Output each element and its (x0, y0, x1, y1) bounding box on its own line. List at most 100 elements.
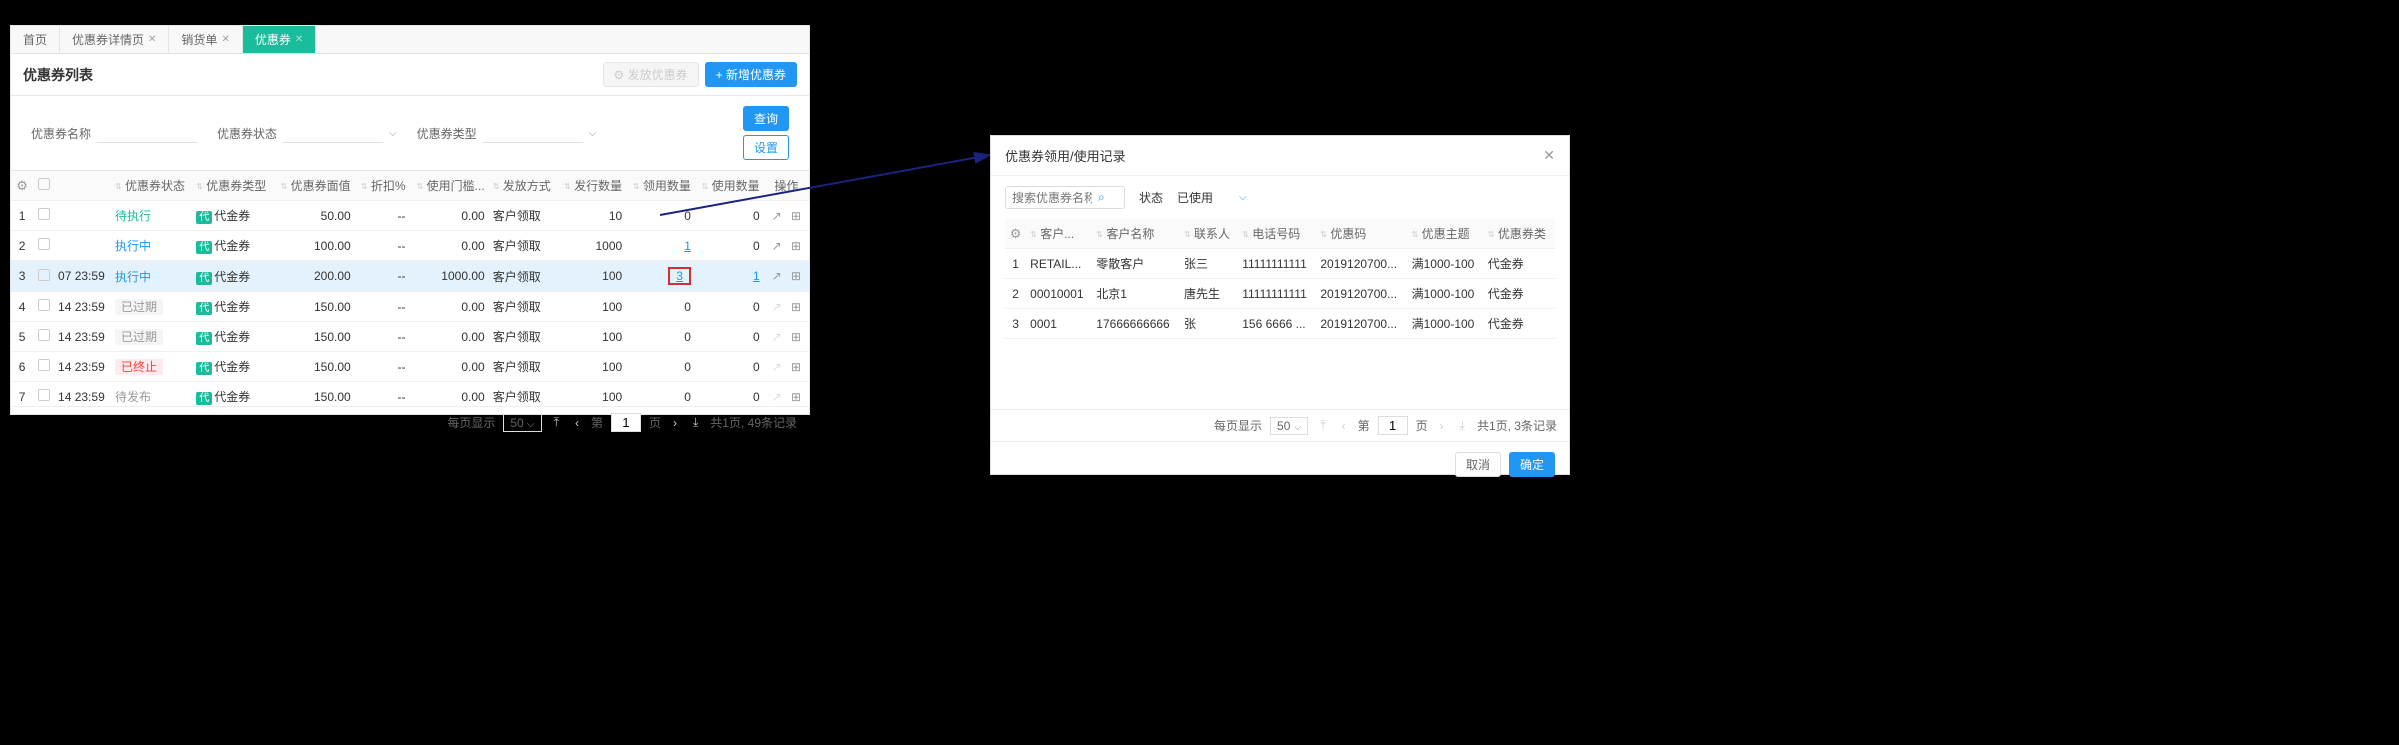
share-icon[interactable]: ↗ (772, 330, 782, 344)
table-row[interactable]: 5 14 23:59 已过期 代代金券 150.00 -- 0.00 客户领取 … (11, 322, 809, 352)
prev-page-button[interactable]: ‹ (1338, 419, 1350, 433)
share-icon[interactable]: ↗ (772, 269, 782, 283)
row-checkbox[interactable] (38, 329, 50, 341)
first-page-button[interactable]: ⤒ (1316, 418, 1329, 433)
col-type[interactable]: 优惠券类 (1498, 227, 1546, 241)
filter-type-label: 优惠券类型 (417, 125, 477, 142)
confirm-button[interactable]: 确定 (1509, 452, 1555, 477)
col-subject[interactable]: 优惠主题 (1422, 227, 1470, 241)
search-input[interactable] (1012, 191, 1092, 205)
col-status[interactable]: 优惠券状态 (125, 179, 185, 193)
filter-status-select[interactable] (283, 124, 383, 143)
gear-icon[interactable]: ⚙ (16, 178, 28, 193)
col-phone[interactable]: 电话号码 (1252, 227, 1300, 241)
col-cust-no[interactable]: 客户... (1040, 227, 1074, 241)
settings-button[interactable]: 设置 (743, 135, 789, 160)
table-row[interactable]: 1 RETAIL... 零散客户 张三 11111111111 20191207… (1005, 249, 1555, 279)
gear-icon[interactable]: ⚙ (1010, 226, 1022, 241)
table-row[interactable]: 4 14 23:59 已过期 代代金券 150.00 -- 0.00 客户领取 … (11, 292, 809, 322)
status-label: 状态 (1139, 189, 1163, 206)
row-checkbox[interactable] (38, 389, 50, 401)
tab-销货单[interactable]: 销货单✕ (169, 26, 242, 53)
row-checkbox[interactable] (38, 208, 50, 220)
close-icon[interactable]: ✕ (221, 34, 229, 45)
row-checkbox[interactable] (38, 299, 50, 311)
status-badge: 已过期 (115, 299, 163, 315)
modal-page-input[interactable] (1378, 416, 1408, 435)
qr-icon[interactable]: ⊞ (791, 330, 801, 344)
qr-icon[interactable]: ⊞ (791, 269, 801, 283)
col-use[interactable]: 使用数量 (712, 179, 760, 193)
modal-pager-summary: 共1页, 3条记录 (1477, 417, 1557, 434)
row-checkbox[interactable] (38, 238, 50, 250)
distribute-coupon-button[interactable]: ⚙ 发放优惠券 (603, 62, 699, 87)
select-all-checkbox[interactable] (38, 178, 50, 190)
col-receive[interactable]: 领用数量 (643, 179, 691, 193)
share-icon[interactable]: ↗ (772, 239, 782, 253)
voucher-icon: 代 (196, 272, 212, 285)
col-discount[interactable]: 折扣% (371, 179, 406, 193)
chevron-down-icon: ⌵ (589, 128, 597, 139)
col-face[interactable]: 优惠券面值 (291, 179, 351, 193)
chevron-down-icon: ⌵ (1239, 192, 1247, 203)
add-coupon-button[interactable]: + 新增优惠券 (705, 62, 797, 87)
qr-icon[interactable]: ⊞ (791, 360, 801, 374)
query-button[interactable]: 查询 (743, 106, 789, 131)
gear-icon: ⚙ (614, 68, 625, 82)
share-icon[interactable]: ↗ (772, 390, 782, 404)
qr-icon[interactable]: ⊞ (791, 239, 801, 253)
page-header: 优惠券列表 ⚙ 发放优惠券 + 新增优惠券 (11, 54, 809, 96)
row-checkbox[interactable] (38, 359, 50, 371)
share-icon[interactable]: ↗ (772, 360, 782, 374)
search-box[interactable]: ⌕ (1005, 186, 1125, 209)
first-page-button[interactable]: ⤒ (550, 415, 563, 430)
status-select[interactable]: 已使用 (1169, 186, 1233, 209)
table-row[interactable]: 3 07 23:59 执行中 代代金券 200.00 -- 1000.00 客户… (11, 261, 809, 292)
qr-icon[interactable]: ⊞ (791, 390, 801, 404)
use-count-link[interactable]: 1 (753, 269, 760, 283)
close-icon[interactable]: ✕ (295, 34, 303, 45)
table-row[interactable]: 2 00010001 北京1 唐先生 11111111111 201912070… (1005, 279, 1555, 309)
tab-首页[interactable]: 首页 (11, 26, 60, 53)
modal-per-page-select[interactable]: 50 ⌵ (1270, 417, 1308, 435)
per-page-select[interactable]: 50 ⌵ (503, 414, 541, 432)
next-page-button[interactable]: › (1436, 419, 1448, 433)
page-input[interactable] (611, 413, 641, 432)
row-checkbox[interactable] (38, 269, 50, 281)
receive-count-highlighted[interactable]: 3 (668, 267, 691, 285)
filter-type-select[interactable] (483, 124, 583, 143)
table-row[interactable]: 6 14 23:59 已终止 代代金券 150.00 -- 0.00 客户领取 … (11, 352, 809, 382)
modal-footer: 取消 确定 (991, 441, 1569, 487)
qr-icon[interactable]: ⊞ (791, 300, 801, 314)
table-row[interactable]: 7 14 23:59 待发布 代代金券 150.00 -- 0.00 客户领取 … (11, 382, 809, 407)
tab-优惠券[interactable]: 优惠券✕ (243, 26, 316, 53)
close-icon[interactable]: ✕ (148, 34, 156, 45)
col-method[interactable]: 发放方式 (503, 179, 551, 193)
filter-bar: 优惠券名称 优惠券状态 ⌵ 优惠券类型 ⌵ 查询 设置 (11, 96, 809, 171)
col-issue[interactable]: 发行数量 (574, 179, 622, 193)
cancel-button[interactable]: 取消 (1455, 452, 1501, 477)
modal-body: ⚙ ⇅ 客户... ⇅ 客户名称 ⇅ 联系人 ⇅ 电话号码 ⇅ 优惠码 ⇅ 优惠… (991, 219, 1569, 409)
col-type[interactable]: 优惠券类型 (206, 179, 266, 193)
pager: 每页显示 50 ⌵ ⤒ ‹ 第 页 › ⤓ 共1页, 49条记录 (11, 406, 809, 438)
next-page-button[interactable]: › (669, 416, 681, 430)
prev-page-button[interactable]: ‹ (571, 416, 583, 430)
filter-name-input[interactable] (97, 123, 197, 143)
receive-count-link[interactable]: 1 (684, 239, 691, 253)
col-threshold[interactable]: 使用门槛... (427, 179, 485, 193)
table-row[interactable]: 1 待执行 代代金券 50.00 -- 0.00 客户领取 10 0 0 ↗ ⊞ (11, 201, 809, 231)
modal-title: 优惠券领用/使用记录 (1005, 146, 1126, 165)
col-contact[interactable]: 联系人 (1194, 227, 1230, 241)
close-icon[interactable]: ✕ (1543, 147, 1555, 164)
qr-icon[interactable]: ⊞ (791, 209, 801, 223)
last-page-button[interactable]: ⤓ (1456, 418, 1469, 433)
share-icon[interactable]: ↗ (772, 209, 782, 223)
table-row[interactable]: 2 执行中 代代金券 100.00 -- 0.00 客户领取 1000 1 0 … (11, 231, 809, 261)
share-icon[interactable]: ↗ (772, 300, 782, 314)
col-code[interactable]: 优惠码 (1330, 227, 1366, 241)
table-row[interactable]: 3 0001 17666666666 张 156 6666 ... 201912… (1005, 309, 1555, 339)
col-cust-name[interactable]: 客户名称 (1106, 227, 1154, 241)
tab-优惠券详情页[interactable]: 优惠券详情页✕ (60, 26, 169, 53)
search-icon[interactable]: ⌕ (1098, 190, 1105, 205)
last-page-button[interactable]: ⤓ (689, 415, 702, 430)
